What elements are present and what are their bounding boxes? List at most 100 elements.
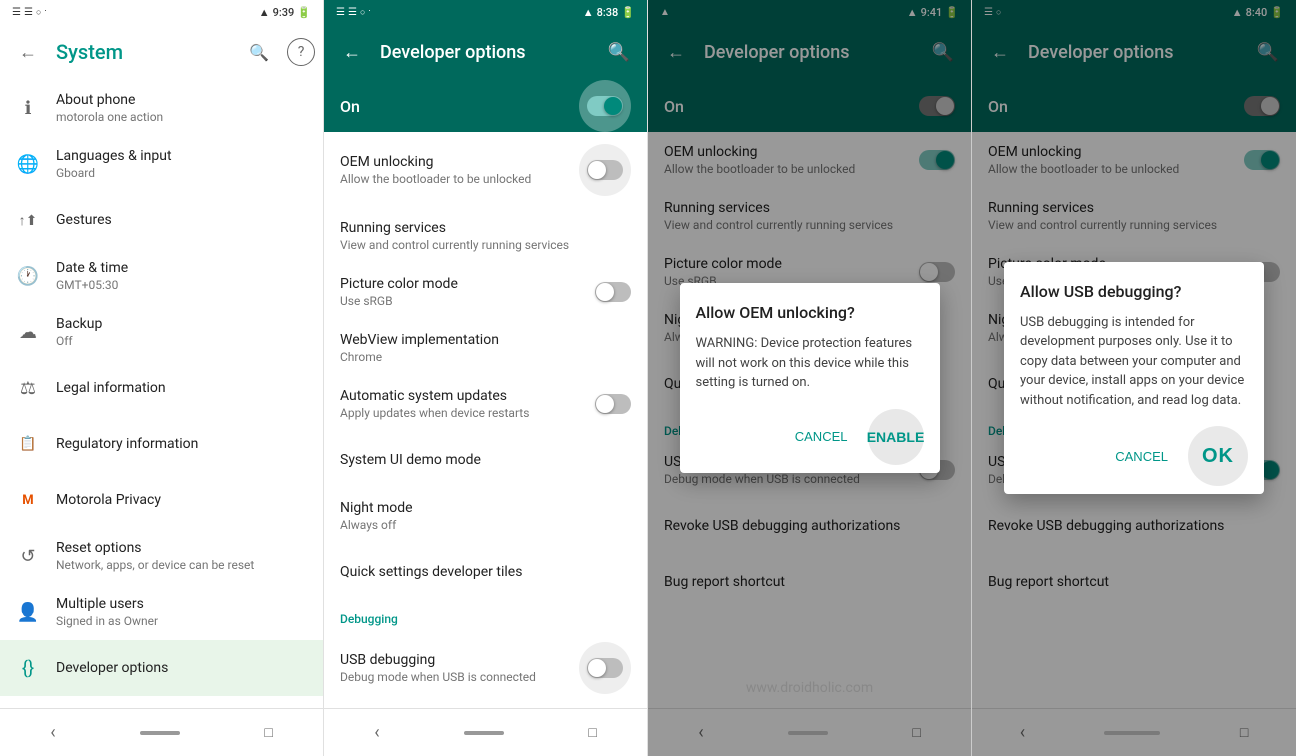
- on-toggle-highlight[interactable]: [579, 80, 631, 132]
- status-right-panel1: ▲ 9:39 🔋: [259, 6, 311, 19]
- running-subtitle: View and control currently running servi…: [340, 238, 631, 252]
- help-icon: ?: [298, 44, 305, 60]
- back-button-panel1[interactable]: ←: [8, 32, 48, 72]
- dev-item-webview[interactable]: WebView implementation Chrome: [324, 320, 647, 376]
- oem-toggle[interactable]: [587, 160, 623, 180]
- home-nav-panel1[interactable]: [140, 731, 180, 735]
- settings-item-reset[interactable]: ↺ Reset options Network, apps, or device…: [0, 528, 323, 584]
- bottom-nav-panel1: ‹ □: [0, 708, 323, 756]
- ui-demo-title: System UI demo mode: [340, 452, 631, 468]
- oem-title: OEM unlocking: [340, 154, 571, 170]
- usb-dialog-actions: Cancel OK: [1020, 426, 1248, 486]
- dev-item-running[interactable]: Running services View and control curren…: [324, 208, 647, 264]
- dev-item-autoupdate[interactable]: Automatic system updates Apply updates w…: [324, 376, 647, 432]
- datetime-subtitle: GMT+05:30: [56, 278, 307, 292]
- reset-icon: ↺: [16, 544, 40, 568]
- oem-dialog-body: WARNING: Device protection features will…: [696, 334, 924, 393]
- usb-dialog-body: USB debugging is intended for developmen…: [1020, 313, 1248, 411]
- dev-item-ui-demo[interactable]: System UI demo mode: [324, 432, 647, 488]
- settings-item-users[interactable]: 👤 Multiple users Signed in as Owner: [0, 584, 323, 640]
- settings-item-developer[interactable]: {} Developer options: [0, 640, 323, 696]
- night-subtitle: Always off: [340, 518, 631, 532]
- search-icon-p2: 🔍: [608, 42, 630, 63]
- oem-subtitle: Allow the bootloader to be unlocked: [340, 172, 571, 186]
- settings-item-updates[interactable]: 📱 System updates Updated to Android 9: [0, 696, 323, 708]
- about-subtitle: motorola one action: [56, 110, 307, 124]
- usb-ok-button[interactable]: OK: [1190, 437, 1246, 476]
- settings-item-motorola-text: Motorola Privacy: [56, 492, 307, 508]
- recents-nav-panel1[interactable]: □: [248, 716, 288, 749]
- languages-icon: 🌐: [16, 152, 40, 176]
- oem-dialog-overlay: Allow OEM unlocking? WARNING: Device pro…: [648, 0, 971, 756]
- debugging-section-header: Debugging: [324, 600, 647, 630]
- oem-toggle-thumb: [588, 161, 606, 179]
- dev-item-night[interactable]: Night mode Always off: [324, 488, 647, 544]
- help-button-panel1[interactable]: ?: [287, 38, 315, 66]
- settings-item-backup-text: Backup Off: [56, 316, 307, 348]
- developer-title: Developer options: [56, 660, 307, 676]
- oem-dialog-title: Allow OEM unlocking?: [696, 303, 924, 322]
- backup-subtitle: Off: [56, 334, 307, 348]
- wifi-icon: ▲: [259, 6, 270, 19]
- on-toggle-panel2[interactable]: [587, 96, 623, 116]
- notification-icon: ○: [36, 7, 41, 18]
- dev-item-oem[interactable]: OEM unlocking Allow the bootloader to be…: [324, 132, 647, 208]
- picture-toggle[interactable]: [595, 282, 631, 302]
- settings-item-languages[interactable]: 🌐 Languages & input Gboard: [0, 136, 323, 192]
- top-bar-panel2: ← Developer options 🔍: [324, 24, 647, 80]
- picture-title: Picture color mode: [340, 276, 587, 292]
- autoupdate-toggle-thumb: [596, 395, 614, 413]
- settings-item-regulatory[interactable]: 📋 Regulatory information: [0, 416, 323, 472]
- night-title: Night mode: [340, 500, 631, 516]
- dev-item-picture[interactable]: Picture color mode Use sRGB: [324, 264, 647, 320]
- dev-item-qs-tiles[interactable]: Quick settings developer tiles: [324, 544, 647, 600]
- home-nav-panel2[interactable]: [464, 731, 504, 735]
- users-subtitle: Signed in as Owner: [56, 614, 307, 628]
- dev-item-usb-debug-text: USB debugging Debug mode when USB is con…: [340, 652, 571, 684]
- dev-item-usb-debug[interactable]: USB debugging Debug mode when USB is con…: [324, 630, 647, 706]
- usb-debug-toggle[interactable]: [587, 658, 623, 678]
- back-button-panel2[interactable]: ←: [332, 32, 372, 72]
- settings-item-about[interactable]: ℹ About phone motorola one action: [0, 80, 323, 136]
- autoupdate-title: Automatic system updates: [340, 388, 587, 404]
- languages-title: Languages & input: [56, 148, 307, 164]
- settings-item-backup[interactable]: ☁ Backup Off: [0, 304, 323, 360]
- search-button-panel2[interactable]: 🔍: [599, 32, 639, 72]
- autoupdate-subtitle: Apply updates when device restarts: [340, 406, 587, 420]
- usb-cancel-button[interactable]: Cancel: [1103, 426, 1180, 486]
- settings-item-datetime[interactable]: 🕐 Date & time GMT+05:30: [0, 248, 323, 304]
- webview-title: WebView implementation: [340, 332, 631, 348]
- status-left-panel2: ☰ ☰ ○ ·: [336, 7, 371, 18]
- legal-title: Legal information: [56, 380, 307, 396]
- settings-item-motorola-privacy[interactable]: M Motorola Privacy: [0, 472, 323, 528]
- dev-item-qs-tiles-text: Quick settings developer tiles: [340, 564, 631, 580]
- reset-subtitle: Network, apps, or device can be reset: [56, 558, 307, 572]
- system-settings-panel: ☰ ☰ ○ · ▲ 9:39 🔋 ← System 🔍 ? ℹ About ph…: [0, 0, 324, 756]
- users-icon: 👤: [16, 600, 40, 624]
- dev-item-oem-text: OEM unlocking Allow the bootloader to be…: [340, 154, 571, 186]
- recents-nav-panel2[interactable]: □: [572, 716, 612, 749]
- oem-cancel-button[interactable]: Cancel: [783, 409, 860, 465]
- dev-item-night-text: Night mode Always off: [340, 500, 631, 532]
- settings-item-gestures[interactable]: ↑⬆ Gestures: [0, 192, 323, 248]
- dev-item-running-text: Running services View and control curren…: [340, 220, 631, 252]
- search-button-panel1[interactable]: 🔍: [239, 32, 279, 72]
- settings-item-legal[interactable]: ⚖ Legal information: [0, 360, 323, 416]
- usb-debug-toggle-thumb: [588, 659, 606, 677]
- back-nav-panel1[interactable]: ‹: [34, 714, 71, 751]
- oem-enable-button[interactable]: Enable: [855, 421, 937, 453]
- regulatory-icon: 📋: [16, 432, 40, 456]
- status-left-icons: ☰ ☰ ○ ·: [12, 7, 47, 18]
- back-nav-panel2[interactable]: ‹: [358, 714, 395, 751]
- battery-icon-p2: 🔋: [621, 6, 635, 19]
- settings-item-users-text: Multiple users Signed in as Owner: [56, 596, 307, 628]
- search-icon-panel1: 🔍: [249, 43, 269, 62]
- bottom-nav-panel2: ‹ □: [324, 708, 647, 756]
- autoupdate-toggle[interactable]: [595, 394, 631, 414]
- developer-options-oem-panel: ▲ ▲ 9:41 🔋 ← Developer options 🔍 On OEM …: [648, 0, 972, 756]
- status-bar-panel2: ☰ ☰ ○ · ▲ 8:38 🔋: [324, 0, 647, 24]
- settings-item-legal-text: Legal information: [56, 380, 307, 396]
- settings-item-about-text: About phone motorola one action: [56, 92, 307, 124]
- gestures-icon: ↑⬆: [16, 208, 40, 232]
- developer-options-usb-panel: ☰ ○ ▲ 8:40 🔋 ← Developer options 🔍 On OE…: [972, 0, 1296, 756]
